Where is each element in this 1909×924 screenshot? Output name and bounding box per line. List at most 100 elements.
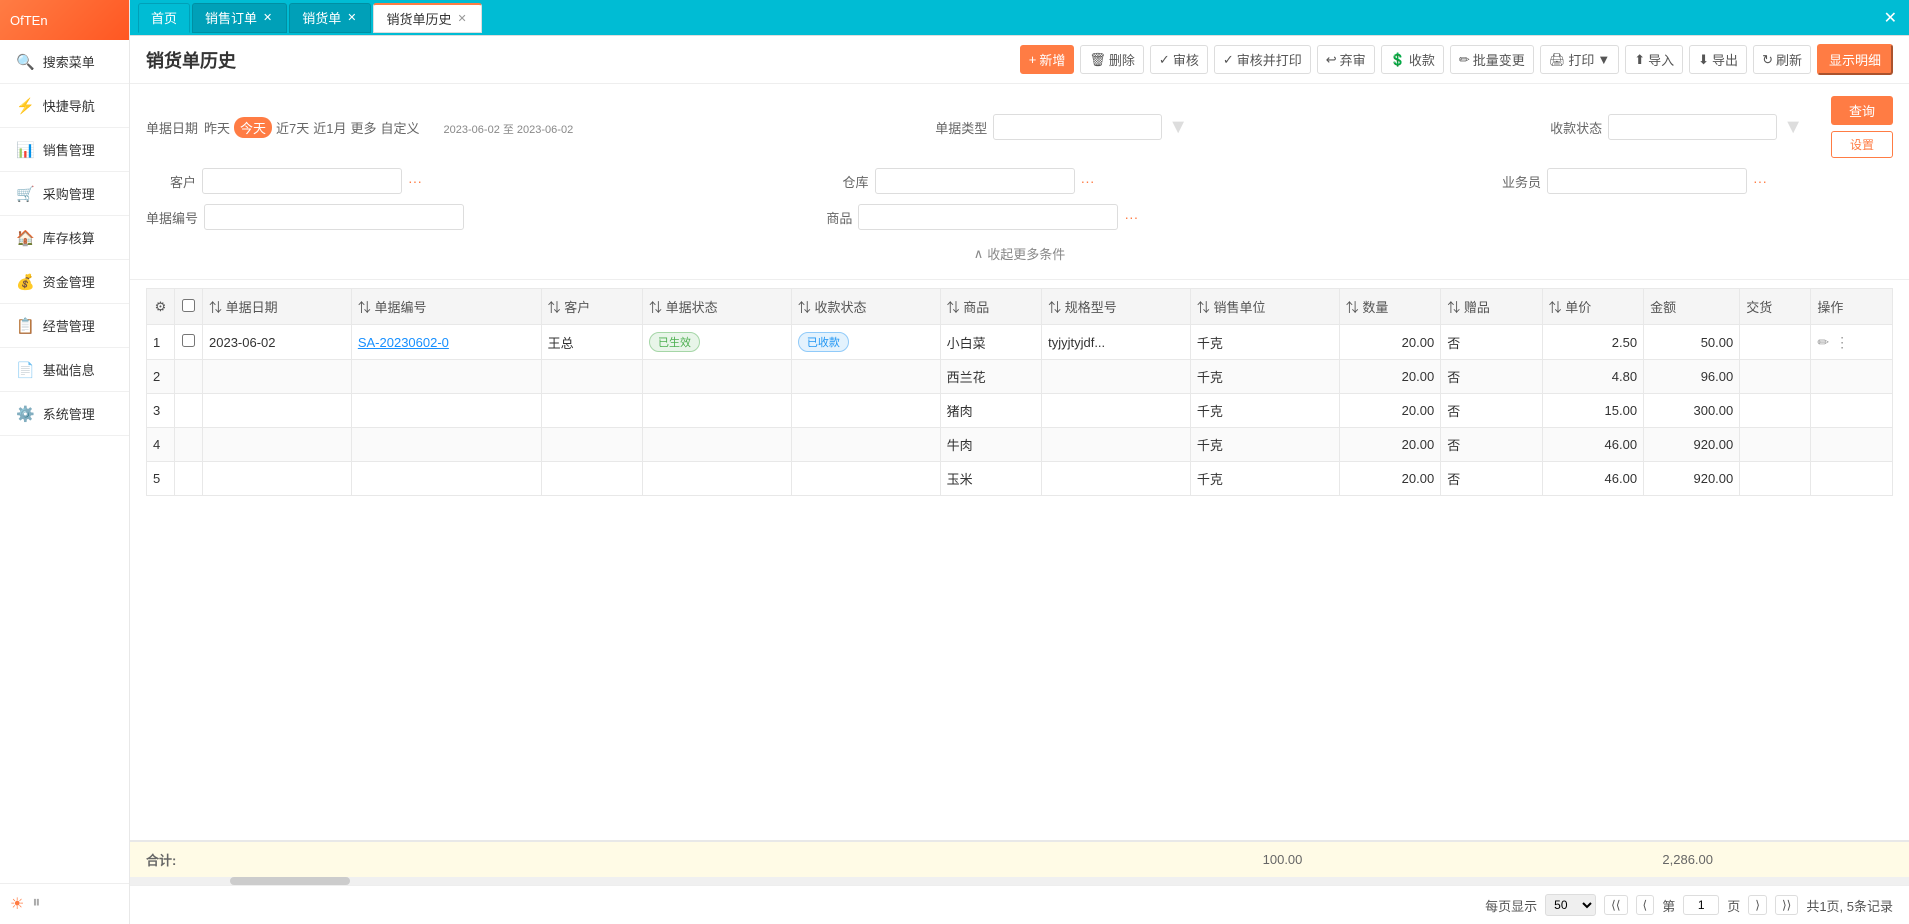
tab-sales-history[interactable]: 销货单历史 ✕ <box>373 3 481 33</box>
sidebar-item-sales[interactable]: 📊 销售管理 <box>0 128 129 172</box>
audit-button[interactable]: ✓ 审核 <box>1150 45 1208 74</box>
cell-checkbox[interactable] <box>175 394 203 428</box>
sidebar-footer-icon1[interactable]: ☀ <box>10 894 24 914</box>
query-button[interactable]: 查询 <box>1831 96 1893 125</box>
cell-unit-price: 46.00 <box>1542 462 1643 496</box>
sidebar-item-inventory[interactable]: 🏠 库存核算 <box>0 216 129 260</box>
tab-home[interactable]: 首页 <box>138 3 190 33</box>
collapse-conditions[interactable]: ∧ 收起更多条件 <box>146 240 1893 267</box>
page-number-input[interactable] <box>1683 895 1719 915</box>
cell-amount: 50.00 <box>1644 325 1740 360</box>
col-quantity[interactable]: ⇅ 数量 <box>1339 289 1440 325</box>
tab-bar-close[interactable]: ✕ <box>1884 8 1901 28</box>
tab-sales-history-close[interactable]: ✕ <box>456 12 469 25</box>
filter-row-2: 客户 ··· 仓库 ··· 业务员 ··· <box>146 168 1893 194</box>
customer-ellipsis[interactable]: ··· <box>408 173 422 189</box>
warehouse-filter-group: 仓库 ··· <box>819 168 1095 194</box>
shortcut-yesterday[interactable]: 昨天 <box>204 118 230 137</box>
col-doc-status[interactable]: ⇅ 单据状态 <box>643 289 792 325</box>
sidebar-item-operations[interactable]: 📋 经营管理 <box>0 304 129 348</box>
payment-status-input[interactable] <box>1608 114 1777 140</box>
sidebar-item-search-menu[interactable]: 🔍 搜索菜单 <box>0 40 129 84</box>
page-next-btn[interactable]: ⟩ <box>1748 895 1767 915</box>
salesperson-input[interactable] <box>1547 168 1747 194</box>
col-doc-date[interactable]: ⇅ 单据日期 <box>203 289 352 325</box>
page-last-btn[interactable]: ⟩⟩ <box>1775 895 1798 915</box>
export-button[interactable]: ⬇ 导出 <box>1689 45 1747 74</box>
page-first-btn[interactable]: ⟨⟨ <box>1604 895 1627 915</box>
cell-checkbox[interactable] <box>175 325 203 360</box>
sidebar-item-purchase[interactable]: 🛒 采购管理 <box>0 172 129 216</box>
new-button[interactable]: + 新增 <box>1020 45 1075 74</box>
delete-button[interactable]: 🗑 删除 <box>1080 45 1144 74</box>
main-table: ⚙ ⇅ 单据日期 ⇅ 单据编号 ⇅ 客户 ⇅ 单据状态 ⇅ 收款状态 ⇅ 商品 … <box>146 288 1893 496</box>
per-page-select[interactable]: 20 50 100 <box>1545 894 1596 916</box>
tab-sales-history-label: 销货单历史 <box>386 9 451 28</box>
shortcut-today[interactable]: 今天 <box>234 117 272 138</box>
col-gift[interactable]: ⇅ 赠品 <box>1441 289 1542 325</box>
cell-doc-status <box>643 462 792 496</box>
audit-print-button[interactable]: ✓ 审核并打印 <box>1214 45 1311 74</box>
horizontal-scrollbar[interactable] <box>130 877 1909 885</box>
scrollbar-thumb[interactable] <box>230 877 350 885</box>
select-all-checkbox[interactable] <box>182 299 195 312</box>
col-payment-status[interactable]: ⇅ 收款状态 <box>791 289 940 325</box>
goods-ellipsis[interactable]: ··· <box>1124 209 1138 225</box>
shortcut-7days[interactable]: 近7天 <box>276 118 309 137</box>
set-button[interactable]: 设置 <box>1831 131 1893 158</box>
col-unit-price[interactable]: ⇅ 单价 <box>1542 289 1643 325</box>
sidebar-item-label: 搜索菜单 <box>43 52 95 71</box>
import-button[interactable]: ⬆ 导入 <box>1625 45 1683 74</box>
cell-quantity: 20.00 <box>1339 394 1440 428</box>
total-quantity: 100.00 <box>1263 852 1303 867</box>
cell-doc-no[interactable]: SA-20230602-0 <box>351 325 541 360</box>
goods-input[interactable] <box>858 204 1118 230</box>
shortcut-custom[interactable]: 自定义 <box>381 118 420 137</box>
tab-sales-delivery-close[interactable]: ✕ <box>345 11 358 24</box>
abandon-button[interactable]: ↩ 弃审 <box>1317 45 1375 74</box>
doc-no-link[interactable]: SA-20230602-0 <box>358 335 449 350</box>
col-spec[interactable]: ⇅ 规格型号 <box>1042 289 1191 325</box>
payment-status-filter-group: 收款状态 ▼ <box>1550 114 1803 140</box>
row-checkbox[interactable] <box>182 334 195 347</box>
toolbar: + 新增 🗑 删除 ✓ 审核 ✓ 审核并打印 ↩ 弃审 <box>1020 44 1893 75</box>
warehouse-ellipsis[interactable]: ··· <box>1081 173 1095 189</box>
warehouse-input[interactable] <box>875 168 1075 194</box>
col-settings[interactable]: ⚙ <box>147 289 175 325</box>
col-checkbox[interactable] <box>175 289 203 325</box>
tab-sales-order[interactable]: 销售订单 ✕ <box>192 3 287 33</box>
refresh-button[interactable]: ↻ 刷新 <box>1753 45 1811 74</box>
tab-sales-delivery[interactable]: 销货单 ✕ <box>289 3 371 33</box>
doc-no-input[interactable] <box>204 204 464 230</box>
edit-action-icon[interactable]: ✏ <box>1817 334 1829 351</box>
col-goods[interactable]: ⇅ 商品 <box>940 289 1041 325</box>
salesperson-ellipsis[interactable]: ··· <box>1753 173 1767 189</box>
sidebar-item-quick-nav[interactable]: ⚡ 快捷导航 <box>0 84 129 128</box>
doc-type-input[interactable] <box>993 114 1162 140</box>
tab-sales-delivery-label: 销货单 <box>302 8 341 27</box>
cell-checkbox[interactable] <box>175 360 203 394</box>
sidebar-item-system[interactable]: ⚙️ 系统管理 <box>0 392 129 436</box>
more-action-icon[interactable]: ⋮ <box>1835 334 1849 351</box>
sidebar-logo[interactable]: OfTEn <box>0 0 129 40</box>
sidebar-footer-icon2[interactable]: ⏸ <box>32 894 40 914</box>
customer-input[interactable] <box>202 168 402 194</box>
show-detail-button[interactable]: 显示明细 <box>1817 44 1893 75</box>
cell-goods: 西兰花 <box>940 360 1041 394</box>
page-prev-btn[interactable]: ⟨ <box>1636 895 1655 915</box>
goods-filter-group: 商品 ··· <box>802 204 1138 230</box>
collect-button[interactable]: 💲 收款 <box>1381 45 1444 74</box>
cell-doc-date <box>203 428 352 462</box>
sidebar-item-basic-info[interactable]: 📄 基础信息 <box>0 348 129 392</box>
shortcut-1month[interactable]: 近1月 <box>313 118 346 137</box>
cell-checkbox[interactable] <box>175 462 203 496</box>
tab-sales-order-close[interactable]: ✕ <box>261 11 274 24</box>
print-button[interactable]: 🖨 打印 ▼ <box>1540 45 1619 74</box>
batch-change-button[interactable]: ✏ 批量变更 <box>1450 45 1534 74</box>
col-customer[interactable]: ⇅ 客户 <box>541 289 642 325</box>
shortcut-more[interactable]: 更多 <box>351 118 377 137</box>
cell-checkbox[interactable] <box>175 428 203 462</box>
col-sales-unit[interactable]: ⇅ 销售单位 <box>1190 289 1339 325</box>
sidebar-item-finance[interactable]: 💰 资金管理 <box>0 260 129 304</box>
col-doc-no[interactable]: ⇅ 单据编号 <box>351 289 541 325</box>
